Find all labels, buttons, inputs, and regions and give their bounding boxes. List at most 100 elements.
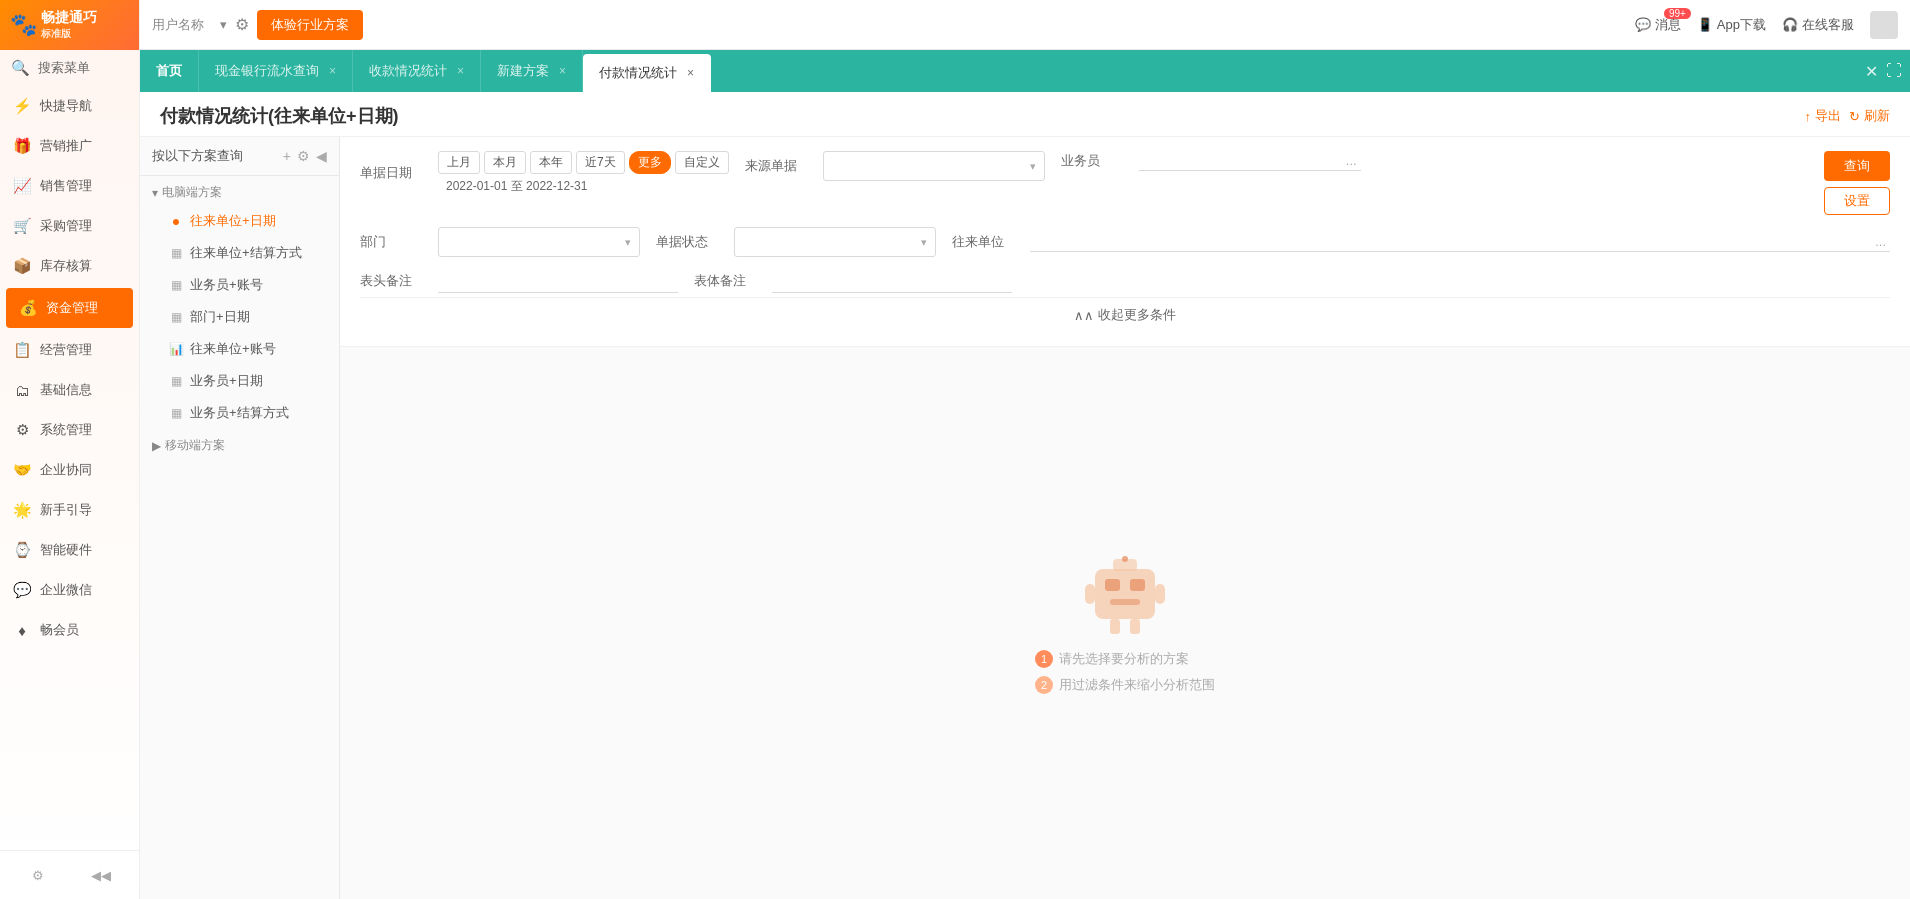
- scheme-item-staff-settle[interactable]: ▦ 业务员+结算方式: [140, 397, 339, 429]
- scheme-sidebar-header: 按以下方案查询 + ⚙ ◀: [140, 137, 339, 176]
- tab-close-all-btn[interactable]: ✕: [1865, 62, 1878, 81]
- source-select[interactable]: ▾: [823, 151, 1045, 181]
- tab-payment-stats-close[interactable]: ×: [687, 66, 694, 80]
- filter-panel: 单据日期 上月 本月 本年 近7天 更多 自定义 20: [340, 137, 1910, 347]
- sidebar-item-basic[interactable]: 🗂 基础信息: [0, 370, 139, 410]
- sidebar-search-item[interactable]: 🔍 搜索菜单: [0, 50, 139, 86]
- sidebar-item-quicknav[interactable]: ⚡ 快捷导航: [0, 86, 139, 126]
- doc-status-select[interactable]: ▾: [734, 227, 936, 257]
- main-area: 用户名称 ▾ ⚙ 体验行业方案 💬 消息 99+ 📱 App下载 🎧 在线客服 …: [140, 0, 1910, 899]
- sidebar-item-marketing[interactable]: 🎁 营销推广: [0, 126, 139, 166]
- tab-payment-stats[interactable]: 付款情况统计 ×: [583, 54, 711, 92]
- scheme-item-icon-2: ▦: [168, 277, 184, 293]
- date-btn-this-year[interactable]: 本年: [530, 151, 572, 174]
- search-label: 搜索菜单: [38, 59, 90, 77]
- purchase-icon: 🛒: [12, 216, 32, 236]
- tab-cash-flow-label: 现金银行流水查询: [215, 62, 319, 80]
- page-header: 付款情况统计(往来单位+日期) ↑ 导出 ↻ 刷新: [140, 92, 1910, 137]
- scheme-settings-btn[interactable]: ⚙: [297, 148, 310, 164]
- date-btn-7days[interactable]: 近7天: [576, 151, 625, 174]
- tab-income-stats-label: 收款情况统计: [369, 62, 447, 80]
- sidebar-item-inventory[interactable]: 📦 库存核算: [0, 246, 139, 286]
- tab-cash-flow-close[interactable]: ×: [329, 64, 336, 78]
- sidebar-item-collab[interactable]: 🤝 企业协同: [0, 450, 139, 490]
- date-btn-custom[interactable]: 自定义: [675, 151, 729, 174]
- sidebar-settings-btn[interactable]: ⚙: [8, 859, 68, 891]
- scheme-item-icon-6: ▦: [168, 405, 184, 421]
- export-label: 导出: [1815, 107, 1841, 125]
- online-service-label: 在线客服: [1802, 16, 1854, 34]
- svg-rect-4: [1085, 584, 1095, 604]
- scheme-collapse-btn[interactable]: ◀: [316, 148, 327, 164]
- scheme-sidebar: 按以下方案查询 + ⚙ ◀ ▾ 电脑端方案 ● 往来单位+日期 ▦: [140, 137, 340, 899]
- scheme-item-active-icon: ●: [168, 213, 184, 229]
- query-actions: 查询 设置: [1824, 151, 1890, 215]
- tab-income-stats-close[interactable]: ×: [457, 64, 464, 78]
- trial-btn[interactable]: 体验行业方案: [257, 10, 363, 40]
- scheme-item-staff-date[interactable]: ▦ 业务员+日期: [140, 365, 339, 397]
- phone-icon: 📱: [1697, 17, 1713, 32]
- date-btn-more[interactable]: 更多: [629, 151, 671, 174]
- search-icon: 🔍: [10, 58, 30, 78]
- sidebar-item-funds[interactable]: 💰 资金管理: [6, 288, 133, 328]
- doc-status-chevron-icon: ▾: [921, 236, 927, 249]
- export-icon: ↑: [1805, 109, 1812, 124]
- refresh-btn[interactable]: ↻ 刷新: [1849, 107, 1890, 125]
- tab-new-scheme-close[interactable]: ×: [559, 64, 566, 78]
- body-note-input[interactable]: [772, 269, 1012, 293]
- empty-state: 1 请先选择要分析的方案 2 用过滤条件来缩小分析范围: [1035, 544, 1215, 702]
- scheme-item-icon-1: ▦: [168, 245, 184, 261]
- sales-icon: 📈: [12, 176, 32, 196]
- sidebar-item-hardware[interactable]: ⌚ 智能硬件: [0, 530, 139, 570]
- sidebar-item-member[interactable]: ♦ 畅会员: [0, 610, 139, 650]
- scheme-item-staff-account[interactable]: ▦ 业务员+账号: [140, 269, 339, 301]
- tab-cash-flow[interactable]: 现金银行流水查询 ×: [199, 50, 353, 92]
- scheme-item-unit-account-label: 往来单位+账号: [190, 340, 276, 358]
- scheme-add-btn[interactable]: +: [283, 148, 291, 164]
- header-note-input[interactable]: [438, 269, 678, 293]
- query-btn[interactable]: 查询: [1824, 151, 1890, 181]
- date-btn-last-month[interactable]: 上月: [438, 151, 480, 174]
- svg-rect-1: [1105, 579, 1120, 591]
- topbar-gear-icon[interactable]: ⚙: [235, 15, 249, 34]
- tab-home[interactable]: 首页: [140, 50, 199, 92]
- header-note-label: 表头备注: [360, 272, 430, 290]
- content-area: 付款情况统计(往来单位+日期) ↑ 导出 ↻ 刷新 按以下方案查询 +: [140, 92, 1910, 899]
- sidebar-item-sales[interactable]: 📈 销售管理: [0, 166, 139, 206]
- tab-expand-btn[interactable]: ⛶: [1886, 62, 1902, 80]
- tab-income-stats[interactable]: 收款情况统计 ×: [353, 50, 481, 92]
- date-btn-this-month[interactable]: 本月: [484, 151, 526, 174]
- sidebar-bottom: ⚙ ◀◀: [0, 850, 139, 899]
- sidebar-item-guide[interactable]: 🌟 新手引导: [0, 490, 139, 530]
- settings-btn[interactable]: 设置: [1824, 187, 1890, 215]
- sidebar: 🐾 畅捷通巧 标准版 🔍 搜索菜单 ⚡ 快捷导航 🎁 营销推广 📈 销售管理 🛒…: [0, 0, 140, 899]
- online-service-btn[interactable]: 🎧 在线客服: [1782, 16, 1854, 34]
- message-btn[interactable]: 💬 消息 99+: [1635, 16, 1681, 34]
- sidebar-item-operations[interactable]: 📋 经营管理: [0, 330, 139, 370]
- sidebar-collapse-btn[interactable]: ◀◀: [72, 859, 132, 891]
- source-chevron-icon: ▾: [1030, 160, 1036, 173]
- scheme-item-unit-date[interactable]: ● 往来单位+日期: [140, 205, 339, 237]
- topbar-dropdown[interactable]: ▾: [220, 17, 227, 32]
- collapse-btn[interactable]: ∧∧ 收起更多条件: [360, 297, 1890, 332]
- message-icon: 💬: [1635, 17, 1651, 32]
- scheme-item-staff-account-label: 业务员+账号: [190, 276, 263, 294]
- tip-text-2: 用过滤条件来缩小分析范围: [1059, 676, 1215, 694]
- scheme-item-unit-account[interactable]: 📊 往来单位+账号: [140, 333, 339, 365]
- scheme-group-arrow: ▾: [152, 186, 158, 200]
- sidebar-item-purchase[interactable]: 🛒 采购管理: [0, 206, 139, 246]
- topbar: 用户名称 ▾ ⚙ 体验行业方案 💬 消息 99+ 📱 App下载 🎧 在线客服: [140, 0, 1910, 50]
- export-btn[interactable]: ↑ 导出: [1805, 107, 1842, 125]
- scheme-item-dept-date[interactable]: ▦ 部门+日期: [140, 301, 339, 333]
- hardware-label: 智能硬件: [40, 541, 92, 559]
- app-download-btn[interactable]: 📱 App下载: [1697, 16, 1766, 34]
- scheme-item-staff-date-label: 业务员+日期: [190, 372, 263, 390]
- sidebar-item-system[interactable]: ⚙ 系统管理: [0, 410, 139, 450]
- tab-new-scheme[interactable]: 新建方案 ×: [481, 50, 583, 92]
- dept-select[interactable]: ▾: [438, 227, 640, 257]
- scheme-item-unit-date-label: 往来单位+日期: [190, 212, 276, 230]
- topbar-logo-area: 用户名称: [152, 16, 204, 34]
- scheme-item-unit-settle[interactable]: ▦ 往来单位+结算方式: [140, 237, 339, 269]
- sidebar-item-wechat[interactable]: 💬 企业微信: [0, 570, 139, 610]
- user-avatar[interactable]: [1870, 11, 1898, 39]
